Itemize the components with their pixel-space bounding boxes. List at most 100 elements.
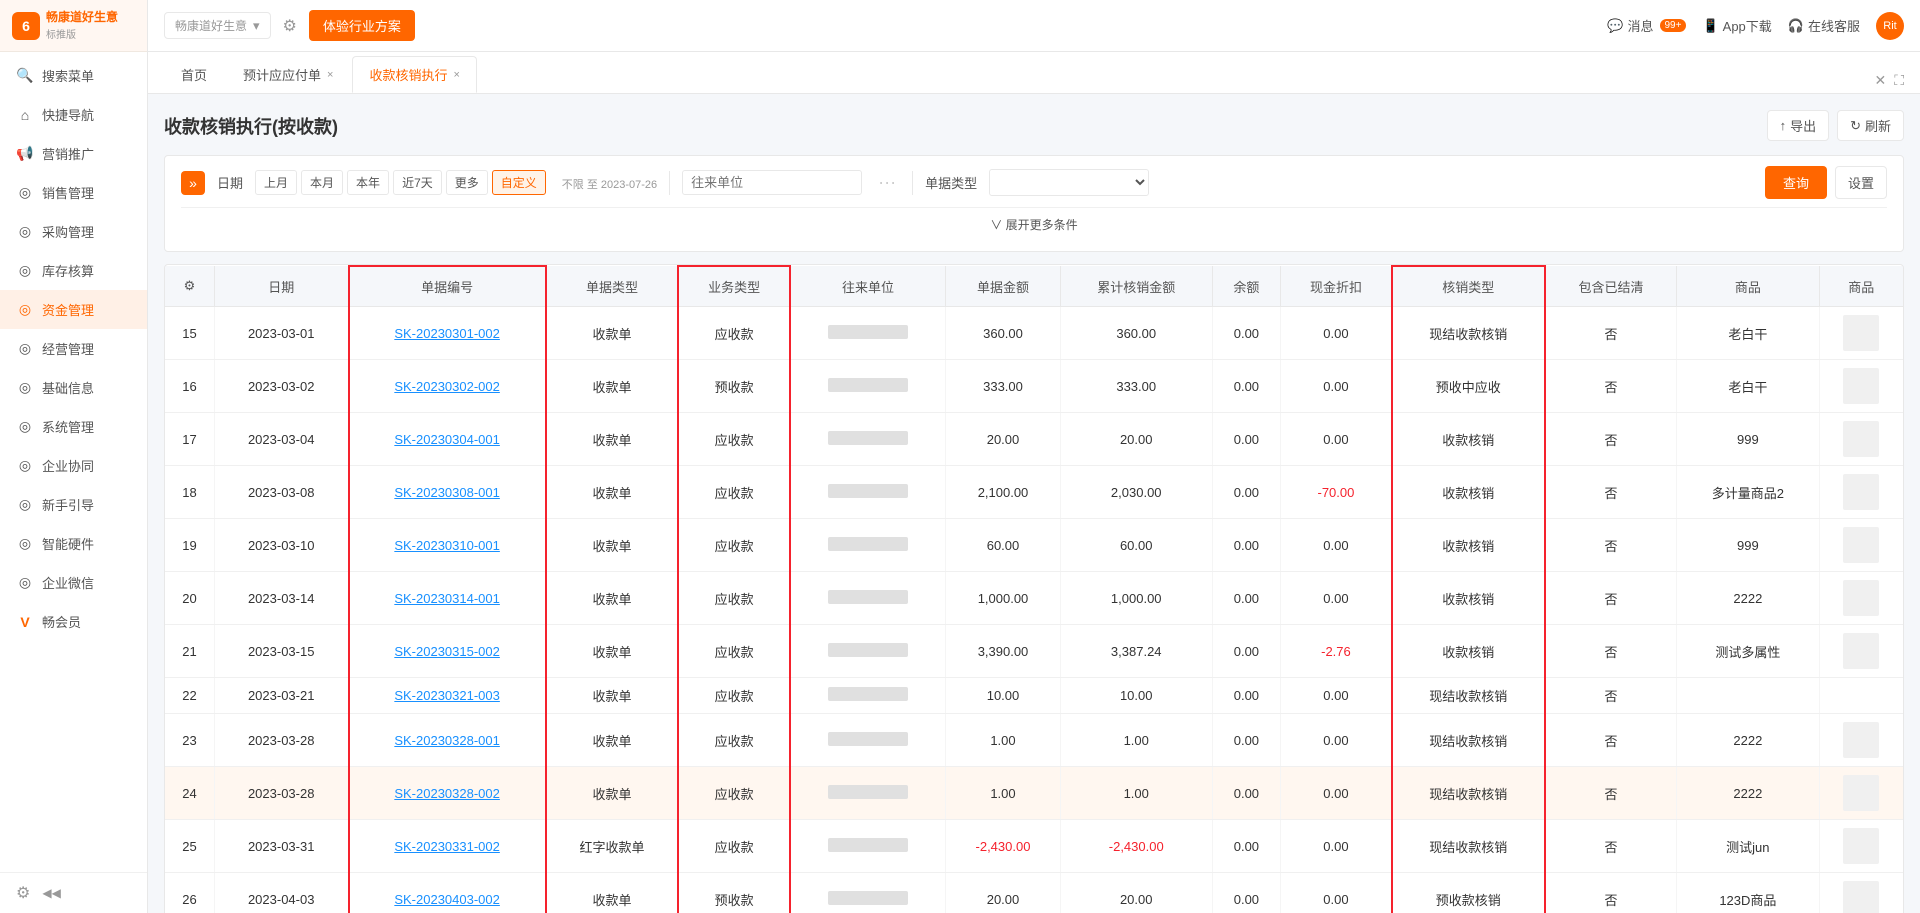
col-balance: 余额 [1212, 266, 1281, 307]
cell-accum: 360.00 [1060, 307, 1212, 360]
tab-prepay-close[interactable]: × [327, 69, 333, 81]
cell-include-settled: 否 [1545, 413, 1677, 466]
sidebar-item-finance[interactable]: ◎ 资金管理 [0, 290, 147, 329]
slip-no-link[interactable]: SK-20230314-001 [394, 591, 500, 606]
slip-no-link[interactable]: SK-20230328-001 [394, 733, 500, 748]
cell-biz-type: 预收款 [678, 873, 790, 913]
sidebar-item-member[interactable]: V 畅会员 [0, 602, 147, 641]
filter-more[interactable]: 更多 [446, 170, 488, 195]
slip-no-link[interactable]: SK-20230321-003 [394, 688, 500, 703]
filter-7days[interactable]: 近7天 [393, 170, 442, 195]
filter-this-year[interactable]: 本年 [347, 170, 389, 195]
expand-more-btn[interactable]: ∨ 展开更多条件 [181, 207, 1887, 241]
sidebar-item-guide[interactable]: ◎ 新手引导 [0, 485, 147, 524]
sidebar-item-operation[interactable]: ◎ 经营管理 [0, 329, 147, 368]
app-download-btn[interactable]: 📱 App下载 [1702, 16, 1771, 35]
setting-btn[interactable]: 设置 [1835, 166, 1887, 199]
query-btn[interactable]: 查询 [1765, 166, 1827, 199]
col-gear[interactable]: ⚙ [165, 266, 214, 307]
sidebar-item-basic[interactable]: ◎ 基础信息 [0, 368, 147, 407]
online-service-btn[interactable]: 🎧 在线客服 [1788, 16, 1860, 35]
slip-no-link[interactable]: SK-20230315-002 [394, 644, 500, 659]
sidebar-item-purchase[interactable]: ◎ 采购管理 [0, 212, 147, 251]
col-slip-type: 单据类型 [546, 266, 679, 307]
maximize-icon[interactable]: ⛶ [1894, 72, 1904, 89]
col-product-img: 商品 [1819, 266, 1903, 307]
cell-party [790, 625, 946, 678]
close-window-icon[interactable]: ✕ [1874, 72, 1886, 89]
sidebar-item-hardware[interactable]: ◎ 智能硬件 [0, 524, 147, 563]
slip-no-link[interactable]: SK-20230328-002 [394, 786, 500, 801]
cell-party [790, 360, 946, 413]
top-header: 畅康道好生意 ▾ ⚙ 体验行业方案 💬 消息 99+ 📱 App下载 🎧 在线客… [148, 0, 1920, 52]
filter-last-month[interactable]: 上月 [255, 170, 297, 195]
gear-icon[interactable]: ⚙ [283, 16, 297, 36]
sidebar-label-system: 系统管理 [42, 417, 94, 436]
cell-slip-type: 收款单 [546, 519, 679, 572]
tab-receipt[interactable]: 收款核销执行 × [352, 56, 476, 93]
sidebar-item-wechat[interactable]: ◎ 企业微信 [0, 563, 147, 602]
cell-amount: -2,430.00 [946, 820, 1061, 873]
sidebar: 6 畅康道好生意 标推版 🔍 搜索菜单 ⌂ 快捷导航 📢 营销推广 ◎ 销售管理… [0, 0, 148, 913]
cell-include-settled: 否 [1545, 767, 1677, 820]
sidebar-item-marketing[interactable]: 📢 营销推广 [0, 134, 147, 173]
messages-btn[interactable]: 💬 消息 99+ [1607, 16, 1686, 35]
cell-accum: 20.00 [1060, 413, 1212, 466]
cell-discount: -2.76 [1281, 625, 1392, 678]
cell-slip-type: 收款单 [546, 360, 679, 413]
cell-party [790, 519, 946, 572]
cell-discount: 0.00 [1281, 413, 1392, 466]
slip-no-link[interactable]: SK-20230403-002 [394, 892, 500, 907]
settings-icon[interactable]: ⚙ [16, 883, 30, 903]
slip-no-link[interactable]: SK-20230331-002 [394, 839, 500, 854]
filter-slip-type-select[interactable] [989, 169, 1149, 196]
sidebar-item-enterprise[interactable]: ◎ 企业协同 [0, 446, 147, 485]
slip-no-link[interactable]: SK-20230302-002 [394, 379, 500, 394]
filter-party-input[interactable] [682, 170, 862, 195]
system-icon: ◎ [16, 418, 34, 435]
industry-btn[interactable]: 体验行业方案 [309, 10, 415, 41]
sales-icon: ◎ [16, 184, 34, 201]
cell-accum: 20.00 [1060, 873, 1212, 913]
cell-cancel-type: 收款核销 [1392, 572, 1545, 625]
service-label: 在线客服 [1808, 16, 1860, 35]
tab-receipt-close[interactable]: × [453, 69, 459, 81]
slip-no-link[interactable]: SK-20230308-001 [394, 485, 500, 500]
cell-biz-type: 应收款 [678, 413, 790, 466]
enterprise-icon: ◎ [16, 457, 34, 474]
filter-this-month[interactable]: 本月 [301, 170, 343, 195]
cell-balance: 0.00 [1212, 360, 1281, 413]
filter-date-range: 不限 至 2023-07-26 [562, 176, 657, 192]
slip-no-link[interactable]: SK-20230310-001 [394, 538, 500, 553]
cell-include-settled: 否 [1545, 360, 1677, 413]
cell-accum: 1.00 [1060, 714, 1212, 767]
slip-no-link[interactable]: SK-20230304-001 [394, 432, 500, 447]
slip-no-link[interactable]: SK-20230301-002 [394, 326, 500, 341]
user-avatar[interactable]: Rit [1876, 12, 1904, 40]
sidebar-item-inventory[interactable]: ◎ 库存核算 [0, 251, 147, 290]
sidebar-label-basic: 基础信息 [42, 378, 94, 397]
filter-custom[interactable]: 自定义 [492, 170, 546, 195]
cell-slip-no: SK-20230314-001 [349, 572, 546, 625]
sidebar-label-quicknav: 快捷导航 [42, 105, 94, 124]
refresh-btn[interactable]: ↻ 刷新 [1837, 110, 1904, 141]
cell-biz-type: 应收款 [678, 466, 790, 519]
sidebar-label-inventory: 库存核算 [42, 261, 94, 280]
cell-slip-no: SK-20230331-002 [349, 820, 546, 873]
sidebar-item-quicknav[interactable]: ⌂ 快捷导航 [0, 95, 147, 134]
sidebar-label-member: 畅会员 [42, 612, 81, 631]
sidebar-item-system[interactable]: ◎ 系统管理 [0, 407, 147, 446]
sidebar-item-search[interactable]: 🔍 搜索菜单 [0, 56, 147, 95]
sidebar-item-sales[interactable]: ◎ 销售管理 [0, 173, 147, 212]
export-btn[interactable]: ↑ 导出 [1767, 110, 1830, 141]
collapse-icon[interactable]: ◀◀ [42, 886, 60, 900]
tab-prepay[interactable]: 预计应应付单 × [226, 56, 350, 93]
cell-biz-type: 预收款 [678, 360, 790, 413]
brand-selector[interactable]: 畅康道好生意 ▾ [164, 12, 271, 39]
cell-seq: 16 [165, 360, 214, 413]
tab-home[interactable]: 首页 [164, 56, 224, 93]
filter-expand-btn[interactable]: » [181, 171, 205, 195]
cell-product-img [1819, 519, 1903, 572]
filter-date-label: 日期 [217, 173, 243, 192]
cell-date: 2023-03-31 [214, 820, 348, 873]
